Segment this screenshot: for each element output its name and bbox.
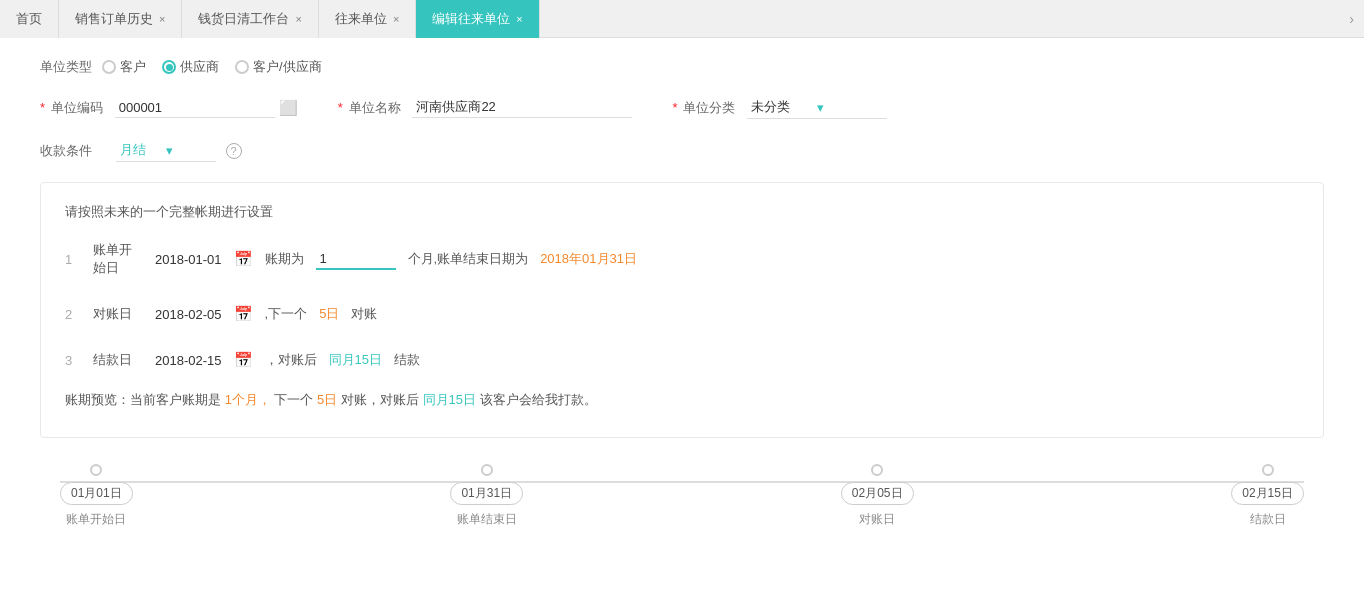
tab-partner[interactable]: 往来单位 × (319, 0, 416, 38)
timeline-point-0: 01月01日 账单开始日 (60, 464, 133, 528)
tabs-scroll-arrow[interactable]: › (1339, 11, 1364, 27)
row2-prefix: ,下一个 (265, 305, 308, 323)
row2-date: 2018-02-05 (155, 307, 222, 322)
preview-row: 账期预览：当前客户账期是 1个月， 下一个 5日 对账，对账后 同月15日 该客… (65, 379, 1299, 417)
tl-badge-2: 02月05日 (841, 482, 914, 505)
close-partner-icon[interactable]: × (393, 13, 399, 25)
row3-label: 结款日 (93, 351, 143, 369)
close-sales-history-icon[interactable]: × (159, 13, 165, 25)
period-input[interactable] (316, 249, 396, 270)
tabs-bar: 首页 销售订单历史 × 钱货日清工作台 × 往来单位 × 编辑往来单位 × › (0, 0, 1364, 38)
tl-dot-1 (481, 464, 493, 476)
period-row-1: 1 账单开始日 2018-01-01 📅 账期为 个月,账单结束日期为 2018… (65, 241, 1299, 277)
row3-suffix-post: 结款 (394, 351, 420, 369)
row2-suffix-post: 对账 (351, 305, 377, 323)
tl-dot-2 (871, 464, 883, 476)
payment-terms-label: 收款条件 (40, 142, 92, 160)
preview-mid2: 对账，对账后 (341, 392, 419, 407)
preview-mid1: 下一个 (274, 392, 313, 407)
unit-info-row: * 单位编码 ⬜ * 单位名称 * 单位分类 未分类 ▾ (40, 96, 1324, 119)
unit-name-label: 单位名称 (349, 99, 401, 117)
timeline-points: 01月01日 账单开始日 01月31日 账单结束日 02月05日 对账日 02月… (60, 464, 1304, 528)
radio-customer[interactable]: 客户 (102, 58, 146, 76)
period-row-3: 3 结款日 2018-02-15 📅 ，对账后 同月15日 结款 (65, 351, 1299, 369)
tl-badge-0: 01月01日 (60, 482, 133, 505)
row2-cal-icon[interactable]: 📅 (234, 305, 253, 323)
radio-customer-supplier-circle (235, 60, 249, 74)
timeline-point-1: 01月31日 账单结束日 (450, 464, 523, 528)
row1-end-date: 2018年01月31日 (540, 250, 637, 268)
row3-cal-icon[interactable]: 📅 (234, 351, 253, 369)
section-title: 请按照未来的一个完整帐期进行设置 (65, 203, 1299, 221)
unit-code-label: 单位编码 (51, 99, 103, 117)
payment-terms-dropdown-arrow: ▾ (166, 143, 212, 158)
row2-label: 对账日 (93, 305, 143, 323)
radio-supplier[interactable]: 供应商 (162, 58, 219, 76)
preview-highlight3: 同月15日 (423, 392, 476, 407)
tl-label-0: 账单开始日 (66, 511, 126, 528)
timeline-section: 01月01日 账单开始日 01月31日 账单结束日 02月05日 对账日 02月… (40, 454, 1324, 558)
unit-type-row: 单位类型 客户 供应商 客户/供应商 (40, 58, 1324, 76)
row1-suffix-post: 个月,账单结束日期为 (408, 250, 529, 268)
row1-date: 2018-01-01 (155, 252, 222, 267)
copy-icon[interactable]: ⬜ (279, 99, 298, 117)
preview-label: 账期预览：当前客户账期是 (65, 392, 221, 407)
row2-highlight: 5日 (319, 305, 339, 323)
timeline-point-2: 02月05日 对账日 (841, 464, 914, 528)
unit-category-label: 单位分类 (683, 99, 735, 117)
unit-category-select[interactable]: 未分类 ▾ (747, 96, 887, 119)
preview-end: 该客户会给我打款。 (480, 392, 597, 407)
help-icon[interactable]: ? (226, 143, 242, 159)
tl-dot-3 (1262, 464, 1274, 476)
payment-terms-row: 收款条件 月结 ▾ ? (40, 139, 1324, 162)
row1-cal-icon[interactable]: 📅 (234, 250, 253, 268)
radio-customer-supplier[interactable]: 客户/供应商 (235, 58, 322, 76)
payment-terms-select[interactable]: 月结 ▾ (116, 139, 216, 162)
unit-name-input[interactable] (412, 98, 632, 118)
tl-badge-1: 01月31日 (450, 482, 523, 505)
tl-label-3: 结款日 (1250, 511, 1286, 528)
preview-highlight2: 5日 (317, 392, 337, 407)
timeline-point-3: 02月15日 结款日 (1231, 464, 1304, 528)
period-row-2: 2 对账日 2018-02-05 📅 ,下一个 5日 对账 (65, 305, 1299, 323)
close-edit-partner-icon[interactable]: × (516, 13, 522, 25)
unit-code-input[interactable] (115, 98, 275, 118)
row1-label: 账单开始日 (93, 241, 143, 277)
row3-prefix: ，对账后 (265, 351, 317, 369)
row3-highlight: 同月15日 (329, 351, 382, 369)
unit-type-radio-group: 客户 供应商 客户/供应商 (102, 58, 322, 76)
unit-category-field: * 单位分类 未分类 ▾ (672, 96, 887, 119)
preview-highlight1: 1个月， (225, 392, 271, 407)
unit-name-field: * 单位名称 (338, 98, 633, 118)
unit-code-field: * 单位编码 ⬜ (40, 98, 298, 118)
row1-suffix-pre: 账期为 (265, 250, 304, 268)
tab-sales-history[interactable]: 销售订单历史 × (59, 0, 182, 38)
category-dropdown-arrow: ▾ (817, 100, 883, 115)
row3-date: 2018-02-15 (155, 353, 222, 368)
tab-cash-work[interactable]: 钱货日清工作台 × (182, 0, 318, 38)
close-cash-work-icon[interactable]: × (295, 13, 301, 25)
radio-customer-circle (102, 60, 116, 74)
tl-label-2: 对账日 (859, 511, 895, 528)
tab-edit-partner[interactable]: 编辑往来单位 × (416, 0, 539, 38)
unit-type-label: 单位类型 (40, 58, 92, 76)
radio-supplier-circle (162, 60, 176, 74)
period-section: 请按照未来的一个完整帐期进行设置 1 账单开始日 2018-01-01 📅 账期… (40, 182, 1324, 438)
tl-badge-3: 02月15日 (1231, 482, 1304, 505)
tab-home[interactable]: 首页 (0, 0, 59, 38)
main-content: 单位类型 客户 供应商 客户/供应商 * 单位编码 ⬜ (0, 38, 1364, 608)
tl-label-1: 账单结束日 (457, 511, 517, 528)
tl-dot-0 (90, 464, 102, 476)
